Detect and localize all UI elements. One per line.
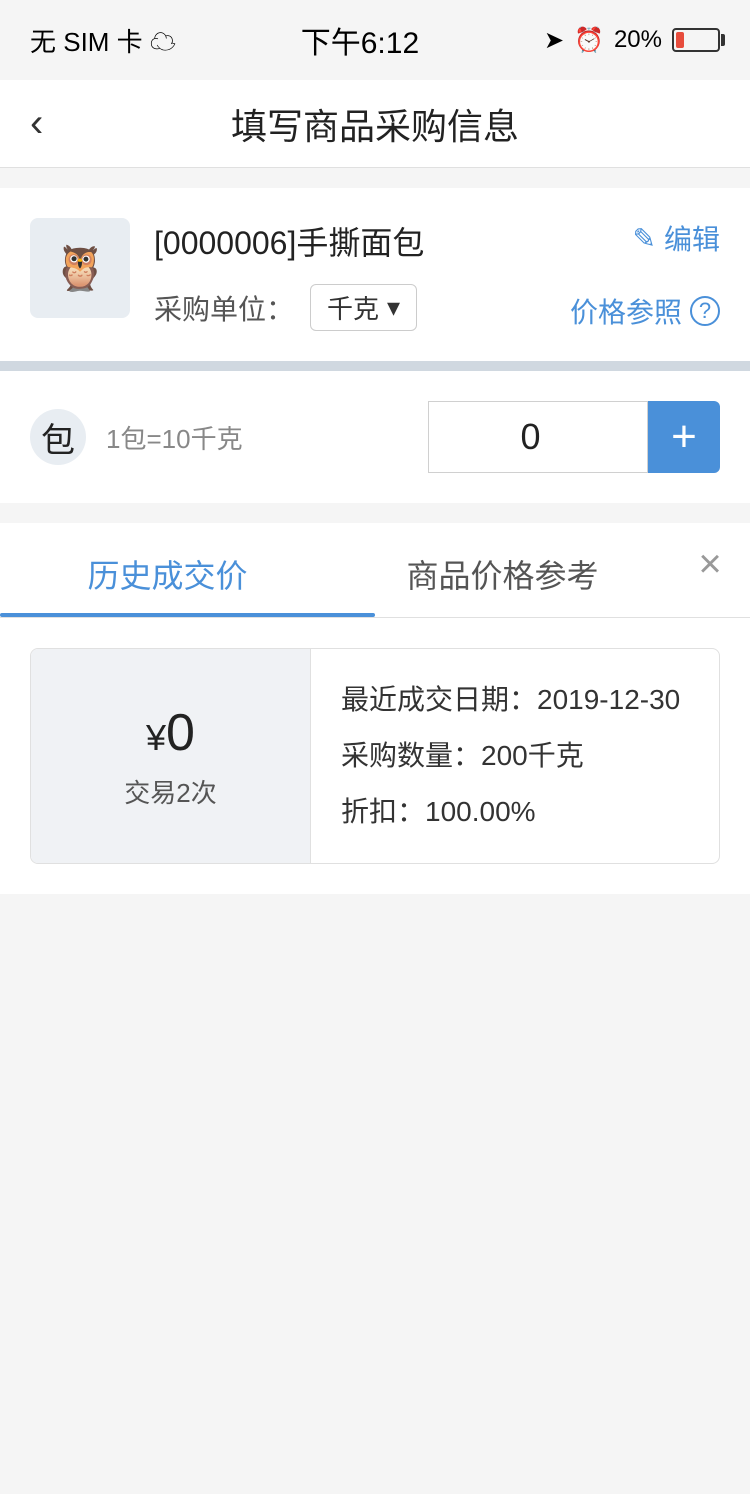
tab-history-price[interactable]: 历史成交价	[0, 523, 335, 617]
product-id: [0000006]	[154, 225, 296, 261]
tabs-close-button[interactable]: ×	[670, 542, 750, 599]
quantity-plus-button[interactable]: +	[648, 401, 720, 473]
quantity-row-detail: 采购数量：200千克	[341, 735, 689, 777]
divider-bar	[0, 361, 750, 371]
product-logo-icon: 🦉	[53, 242, 108, 294]
dropdown-icon: ▾	[387, 292, 400, 323]
edit-icon: ✎	[633, 222, 656, 255]
main-body	[0, 894, 750, 1494]
history-details-section: 最近成交日期：2019-12-30 采购数量：200千克 折扣：100.00%	[311, 649, 719, 863]
tab-product-price-ref[interactable]: 商品价格参考	[335, 523, 670, 617]
trade-count: 交易2次	[124, 773, 216, 810]
tabs-header: 历史成交价 商品价格参考 ×	[0, 523, 750, 618]
unit-value: 千克	[327, 289, 379, 326]
history-price-section: ¥0 交易2次	[31, 649, 311, 863]
price-reference-button[interactable]: 价格参照 ?	[570, 291, 720, 331]
product-card: 🦉 [0000006]手撕面包 采购单位： 千克 ▾ ✎ 编辑 价格参照 ?	[0, 188, 750, 361]
tab-active-underline	[0, 613, 375, 617]
unit-bao-section: 包 1包=10千克	[30, 409, 243, 465]
quantity-label: 采购数量：	[341, 740, 481, 771]
quantity-row: 包 1包=10千克 +	[0, 371, 750, 503]
history-card: ¥0 交易2次 最近成交日期：2019-12-30 采购数量：200千克 折扣：…	[30, 648, 720, 864]
tabs-section: 历史成交价 商品价格参考 × ¥0 交易2次 最近成交日期：2019-12-30…	[0, 523, 750, 894]
price-ref-label: 价格参照	[570, 291, 682, 331]
product-image: 🦉	[30, 218, 130, 318]
recent-date-label: 最近成交日期：	[341, 684, 537, 715]
alarm-icon: ⏰	[574, 26, 604, 55]
history-price-value: ¥0	[146, 703, 195, 763]
price-number: 0	[166, 704, 195, 762]
recent-date-row: 最近成交日期：2019-12-30	[341, 679, 689, 721]
page-header: ‹ 填写商品采购信息	[0, 80, 750, 168]
recent-date-value: 2019-12-30	[537, 684, 680, 715]
unit-label: 采购单位：	[154, 288, 294, 328]
unit-bao-icon: 包	[30, 409, 86, 465]
location-icon: ➤	[544, 26, 564, 55]
edit-button[interactable]: ✎ 编辑	[633, 218, 720, 258]
discount-label: 折扣：	[341, 796, 425, 827]
unit-select-dropdown[interactable]: 千克 ▾	[310, 284, 417, 331]
quantity-control: +	[428, 401, 720, 473]
currency-symbol: ¥	[146, 717, 166, 758]
help-icon: ?	[690, 296, 720, 326]
discount-value: 100.00%	[425, 796, 536, 827]
status-time: 下午6:12	[301, 18, 419, 62]
battery-fill	[676, 32, 684, 48]
signal-text: 无 SIM 卡 ☁	[30, 22, 176, 59]
status-left: 无 SIM 卡 ☁	[30, 22, 176, 59]
edit-label: 编辑	[664, 218, 720, 258]
status-right: ➤ ⏰ 20%	[544, 26, 720, 55]
quantity-input[interactable]	[428, 401, 648, 473]
status-bar: 无 SIM 卡 ☁ 下午6:12 ➤ ⏰ 20%	[0, 0, 750, 80]
page-title: 填写商品采购信息	[231, 98, 519, 150]
battery-percent: 20%	[614, 26, 662, 54]
history-content: ¥0 交易2次 最近成交日期：2019-12-30 采购数量：200千克 折扣：…	[0, 618, 750, 894]
unit-bao-desc: 1包=10千克	[106, 419, 243, 456]
battery-icon	[672, 28, 720, 52]
back-button[interactable]: ‹	[30, 101, 43, 146]
product-title: 手撕面包	[296, 225, 424, 261]
quantity-value: 200千克	[481, 740, 584, 771]
discount-row: 折扣：100.00%	[341, 791, 689, 833]
